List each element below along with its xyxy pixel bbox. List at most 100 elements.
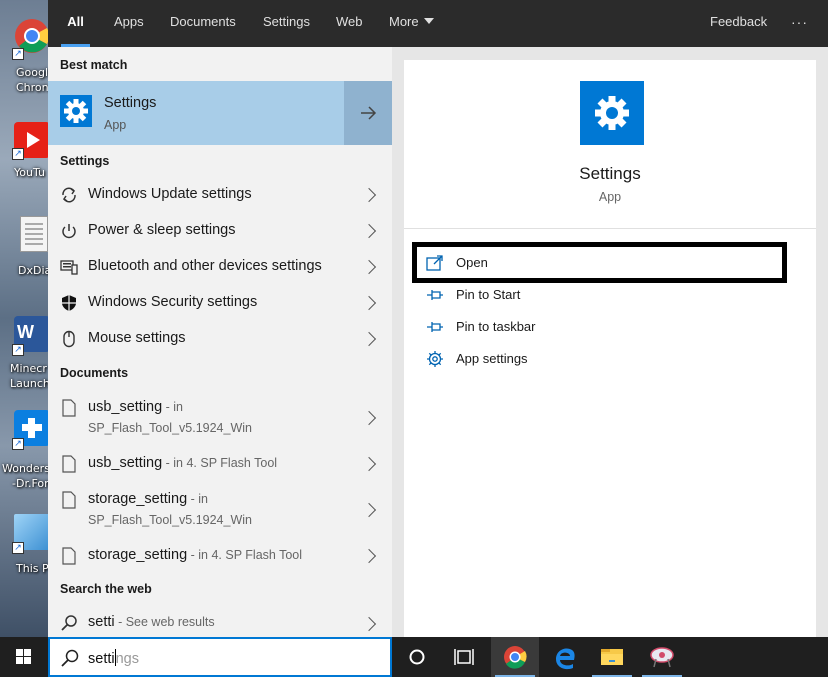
chevron-right-icon	[361, 259, 377, 275]
taskbar-file-explorer[interactable]	[588, 637, 636, 677]
tab-web[interactable]: Web	[336, 0, 363, 47]
chevron-right-icon	[361, 187, 377, 203]
search-scope-tabs: All Apps Documents Settings Web More Fee…	[48, 0, 828, 47]
chevron-right-icon	[361, 331, 377, 347]
section-header-web: Search the web	[60, 582, 152, 596]
document-name: usb_setting	[88, 399, 163, 415]
chevron-right-icon	[361, 456, 377, 472]
tab-more-label: More	[389, 14, 419, 29]
desktop-icon-label: This P	[16, 562, 48, 575]
gear-icon	[64, 99, 88, 123]
list-item-label: Power & sleep settings	[88, 222, 236, 238]
section-header-best-match: Best match	[60, 58, 128, 72]
start-button[interactable]	[0, 637, 48, 677]
settings-app-icon	[60, 95, 92, 127]
section-header-settings: Settings	[60, 154, 110, 168]
document-name: storage_setting	[88, 547, 188, 563]
shortcut-arrow-icon: ↗	[12, 438, 24, 450]
shortcut-arrow-icon: ↗	[12, 148, 24, 160]
desktop-icon-label: DxDia	[18, 264, 48, 277]
desktop-icon-this-pc[interactable]: ↗ This P	[0, 510, 48, 600]
cortana-button[interactable]	[393, 637, 441, 677]
list-item-mouse[interactable]: Mouse settings	[48, 321, 392, 357]
chevron-right-icon	[361, 410, 377, 426]
action-label: Pin to Start	[456, 287, 521, 302]
list-item-label: Mouse settings	[88, 330, 186, 346]
app-settings-action[interactable]: App settings	[426, 344, 786, 374]
tab-settings[interactable]: Settings	[263, 0, 310, 47]
app-icon	[650, 647, 674, 668]
devices-icon	[60, 260, 78, 275]
list-item-windows-security[interactable]: Windows Security settings	[48, 285, 392, 321]
search-icon	[61, 649, 79, 667]
taskbar-chrome[interactable]	[491, 637, 539, 677]
task-view-button[interactable]	[440, 637, 488, 677]
desktop-icon-label: -Dr.Fon	[12, 477, 48, 490]
section-header-documents: Documents	[60, 366, 129, 380]
document-location: - in 4. SP Flash Tool	[162, 456, 278, 470]
document-location: - in 4. SP Flash Tool	[187, 548, 303, 562]
settings-app-large-icon	[580, 81, 644, 145]
desktop-icon-label: YouTu	[14, 166, 45, 179]
list-item-power-sleep[interactable]: Power & sleep settings	[48, 213, 392, 249]
power-icon	[62, 224, 76, 239]
list-item-label: Bluetooth and other devices settings	[88, 258, 322, 274]
document-name: storage_setting	[88, 491, 188, 507]
document-name: usb_setting	[88, 455, 163, 471]
list-item-label: Windows Update settings	[88, 186, 252, 202]
document-path: SP_Flash_Tool_v5.1924_Win	[88, 421, 252, 435]
desktop-icon-youtube[interactable]: ↗ YouTu	[0, 118, 48, 208]
desktop-icon-minecraft[interactable]: W ↗ Minecr Launch	[0, 312, 48, 402]
desktop-icon-label: Googl	[16, 66, 48, 79]
pin-to-taskbar-action[interactable]: Pin to taskbar	[426, 312, 786, 342]
document-path: SP_Flash_Tool_v5.1924_Win	[88, 513, 252, 527]
windows-logo-icon	[16, 649, 31, 664]
list-item-document[interactable]: usb_setting - in SP_Flash_Tool_v5.1924_W…	[48, 391, 392, 439]
pin-to-start-action[interactable]: Pin to Start	[426, 280, 786, 310]
preview-panel: Settings App Open Pin to Start Pin to ta…	[392, 47, 828, 637]
open-details-button[interactable]	[344, 81, 392, 145]
document-location: - in	[187, 492, 208, 506]
taskbar-search-box[interactable]: settings	[48, 637, 392, 677]
list-item-windows-update[interactable]: Windows Update settings	[48, 177, 392, 213]
tab-all[interactable]: All	[61, 0, 90, 47]
search-input[interactable]: settings	[88, 649, 139, 667]
taskbar-edge[interactable]	[541, 637, 589, 677]
list-item-document[interactable]: storage_setting - in SP_Flash_Tool_v5.19…	[48, 483, 392, 531]
cortana-icon	[409, 649, 425, 665]
chevron-right-icon	[361, 548, 377, 564]
list-item-bluetooth[interactable]: Bluetooth and other devices settings	[48, 249, 392, 285]
web-result-suffix: - See web results	[114, 615, 215, 629]
best-match-result[interactable]: Settings App	[48, 81, 392, 145]
action-label: App settings	[456, 351, 528, 366]
taskbar-app[interactable]	[638, 637, 686, 677]
desktop-icon-label: Chron	[16, 81, 48, 94]
list-item-label: Windows Security settings	[88, 294, 258, 310]
document-location: - in	[162, 400, 184, 414]
desktop-icon-dxdiag[interactable]: DxDia	[0, 212, 48, 302]
chevron-down-icon	[423, 18, 434, 24]
best-match-main[interactable]: Settings App	[48, 81, 343, 145]
arrow-right-icon	[361, 106, 377, 120]
folder-icon	[601, 649, 623, 665]
web-query: setti	[88, 614, 115, 630]
action-label: Pin to taskbar	[456, 319, 536, 334]
list-item-document[interactable]: storage_setting - in 4. SP Flash Tool	[48, 539, 392, 575]
file-icon	[62, 547, 76, 565]
desktop-icon-wondershare[interactable]: ↗ Wonders -Dr.Fon	[0, 406, 48, 496]
tab-documents[interactable]: Documents	[170, 0, 236, 47]
desktop-icon-chrome[interactable]: ↗ Googl Chron	[0, 14, 48, 104]
desktop: ↗ Googl Chron ↗ YouTu DxDia W ↗ Minecr L…	[0, 0, 48, 637]
chrome-icon	[504, 646, 527, 669]
file-icon	[62, 491, 76, 509]
chevron-right-icon	[361, 223, 377, 239]
best-match-subtitle: App	[104, 118, 127, 132]
gear-icon	[427, 351, 443, 367]
more-options-button[interactable]: ···	[791, 0, 808, 47]
search-results-list: Best match Settings App Settings Windows…	[48, 47, 392, 637]
list-item-web-result[interactable]: setti - See web results	[48, 605, 392, 637]
tab-more[interactable]: More	[389, 0, 434, 47]
feedback-button[interactable]: Feedback	[710, 0, 767, 47]
tab-apps[interactable]: Apps	[114, 0, 144, 47]
list-item-document[interactable]: usb_setting - in 4. SP Flash Tool	[48, 447, 392, 483]
